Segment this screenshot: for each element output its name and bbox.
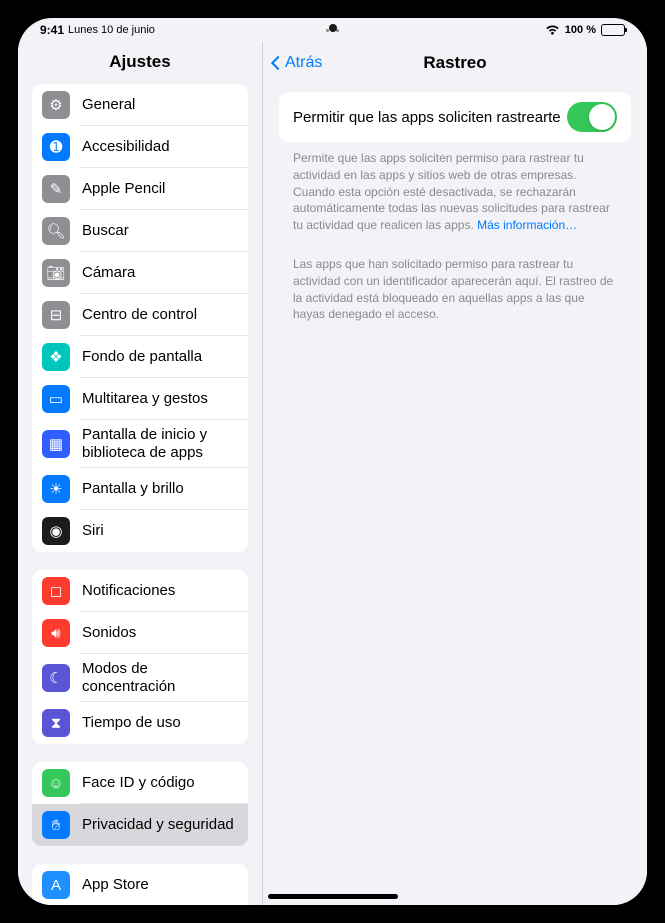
sidebar-item-face-id-y-c-digo[interactable]: ☺︎ Face ID y código bbox=[32, 762, 248, 804]
sidebar-item-pantalla-de-inicio-y-biblioteca-de-apps[interactable]: ▦ Pantalla de inicio y biblioteca de apps bbox=[32, 420, 248, 468]
status-date: Lunes 10 de junio bbox=[68, 24, 155, 36]
page-title: Rastreo bbox=[423, 53, 486, 73]
sidebar-item-label: App Store bbox=[82, 876, 149, 894]
sidebar-item-label: General bbox=[82, 96, 135, 114]
speaker-icon: 🔊︎ bbox=[42, 619, 70, 647]
hourglass-icon: ⧗ bbox=[42, 709, 70, 737]
sidebar-title: Ajustes bbox=[18, 42, 262, 84]
sidebar-item-siri[interactable]: ◉ Siri bbox=[32, 510, 248, 552]
sidebar-item-label: Modos de concentración bbox=[82, 660, 238, 696]
sidebar-item-notificaciones[interactable]: ◻︎ Notificaciones bbox=[32, 570, 248, 612]
battery-icon bbox=[601, 24, 625, 36]
chevron-left-icon bbox=[271, 56, 285, 70]
sidebar-item-centro-de-control[interactable]: ⊟ Centro de control bbox=[32, 294, 248, 336]
bell-icon: ◻︎ bbox=[42, 577, 70, 605]
sidebar-item-label: Buscar bbox=[82, 222, 129, 240]
faceid-icon: ☺︎ bbox=[42, 769, 70, 797]
status-time: 9:41 bbox=[40, 23, 64, 37]
moon-icon: ☾ bbox=[42, 664, 70, 692]
home-indicator[interactable] bbox=[268, 894, 398, 899]
sidebar-item-label: Fondo de pantalla bbox=[82, 348, 202, 366]
sidebar-item-tiempo-de-uso[interactable]: ⧗ Tiempo de uso bbox=[32, 702, 248, 744]
sidebar-group: ⚙︎ General ➊ Accesibilidad ✎ Apple Pencil 🔍︎ Bu… bbox=[32, 84, 248, 552]
sidebar-item-label: Pantalla y brillo bbox=[82, 480, 184, 498]
pencil-icon: ✎ bbox=[42, 175, 70, 203]
main-panel: Atrás Rastreo Permitir que las apps soli… bbox=[263, 42, 647, 905]
wallpaper-icon: ❖ bbox=[42, 343, 70, 371]
hand-icon: ✋︎ bbox=[42, 811, 70, 839]
tracking-toggle-row: Permitir que las apps soliciten rastrear… bbox=[279, 92, 631, 142]
sidebar-item-label: Apple Pencil bbox=[82, 180, 165, 198]
sidebar-item-label: Face ID y código bbox=[82, 774, 195, 792]
sidebar-item-privacidad-y-seguridad[interactable]: ✋︎ Privacidad y seguridad bbox=[32, 804, 248, 846]
back-label: Atrás bbox=[285, 54, 322, 72]
sidebar-item-pantalla-y-brillo[interactable]: ☀︎ Pantalla y brillo bbox=[32, 468, 248, 510]
sidebar-item-label: Centro de control bbox=[82, 306, 197, 324]
sidebar-group: ☺︎ Face ID y código ✋︎ Privacidad y segurid… bbox=[32, 762, 248, 846]
sidebar-item-label: Accesibilidad bbox=[82, 138, 170, 156]
multitask-icon: ▭ bbox=[42, 385, 70, 413]
tracking-toggle-label: Permitir que las apps soliciten rastrear… bbox=[293, 109, 561, 126]
sidebar: Ajustes ⚙︎ General ➊ Accesibilidad ✎ Apple Pe… bbox=[18, 42, 263, 905]
sidebar-item-label: Multitarea y gestos bbox=[82, 390, 208, 408]
sidebar-item-label: Sonidos bbox=[82, 624, 136, 642]
sidebar-list[interactable]: ⚙︎ General ➊ Accesibilidad ✎ Apple Pencil 🔍︎ Bu… bbox=[18, 84, 262, 905]
camera-icon: 📷︎ bbox=[42, 259, 70, 287]
sidebar-item-sonidos[interactable]: 🔊︎ Sonidos bbox=[32, 612, 248, 654]
siri-icon: ◉ bbox=[42, 517, 70, 545]
search-icon: 🔍︎ bbox=[42, 217, 70, 245]
toggle-knob bbox=[589, 104, 615, 130]
sidebar-item-label: Cámara bbox=[82, 264, 135, 282]
sidebar-item-label: Privacidad y seguridad bbox=[82, 816, 234, 834]
appstore-icon: A bbox=[42, 871, 70, 899]
sidebar-item-fondo-de-pantalla[interactable]: ❖ Fondo de pantalla bbox=[32, 336, 248, 378]
sidebar-item-label: Pantalla de inicio y biblioteca de apps bbox=[82, 426, 238, 462]
more-info-link[interactable]: Más información… bbox=[477, 218, 577, 232]
sidebar-item-general[interactable]: ⚙︎ General bbox=[32, 84, 248, 126]
wifi-icon bbox=[545, 25, 560, 36]
sidebar-item-c-mara[interactable]: 📷︎ Cámara bbox=[32, 252, 248, 294]
sidebar-item-app-store[interactable]: A App Store bbox=[32, 864, 248, 905]
sidebar-item-apple-pencil[interactable]: ✎ Apple Pencil bbox=[32, 168, 248, 210]
back-button[interactable]: Atrás bbox=[273, 54, 322, 72]
sidebar-item-multitarea-y-gestos[interactable]: ▭ Multitarea y gestos bbox=[32, 378, 248, 420]
tracking-description-2: Las apps que han solicitado permiso para… bbox=[279, 248, 631, 323]
sidebar-item-buscar[interactable]: 🔍︎ Buscar bbox=[32, 210, 248, 252]
gear-icon: ⚙︎ bbox=[42, 91, 70, 119]
sidebar-item-label: Tiempo de uso bbox=[82, 714, 181, 732]
tracking-description-1: Permite que las apps soliciten permiso p… bbox=[279, 142, 631, 234]
sidebar-item-modos-de-concentraci-n[interactable]: ☾ Modos de concentración bbox=[32, 654, 248, 702]
switches-icon: ⊟ bbox=[42, 301, 70, 329]
accessibility-icon: ➊ bbox=[42, 133, 70, 161]
sidebar-item-accesibilidad[interactable]: ➊ Accesibilidad bbox=[32, 126, 248, 168]
sidebar-group: ◻︎ Notificaciones 🔊︎ Sonidos ☾ Modos de conce… bbox=[32, 570, 248, 744]
battery-percent: 100 % bbox=[565, 24, 596, 36]
home-icon: ▦ bbox=[42, 430, 70, 458]
sidebar-item-label: Notificaciones bbox=[82, 582, 175, 600]
tracking-toggle[interactable] bbox=[567, 102, 617, 132]
sidebar-item-label: Siri bbox=[82, 522, 104, 540]
front-camera bbox=[329, 24, 337, 32]
sidebar-group: AApp Store▬Cartera y Apple Pay✦Game Cent… bbox=[32, 864, 248, 905]
brightness-icon: ☀︎ bbox=[42, 475, 70, 503]
